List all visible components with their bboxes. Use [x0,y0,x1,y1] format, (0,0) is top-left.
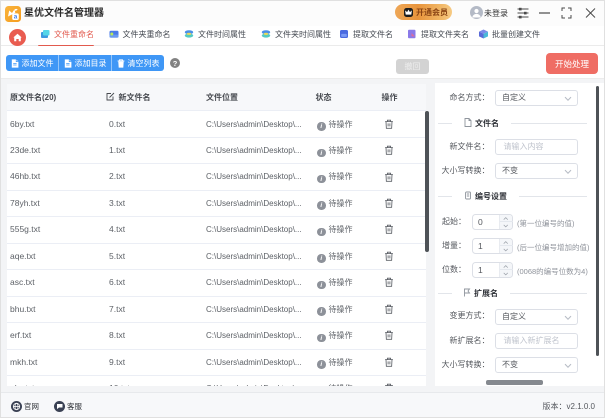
svg-text:a: a [14,14,18,21]
